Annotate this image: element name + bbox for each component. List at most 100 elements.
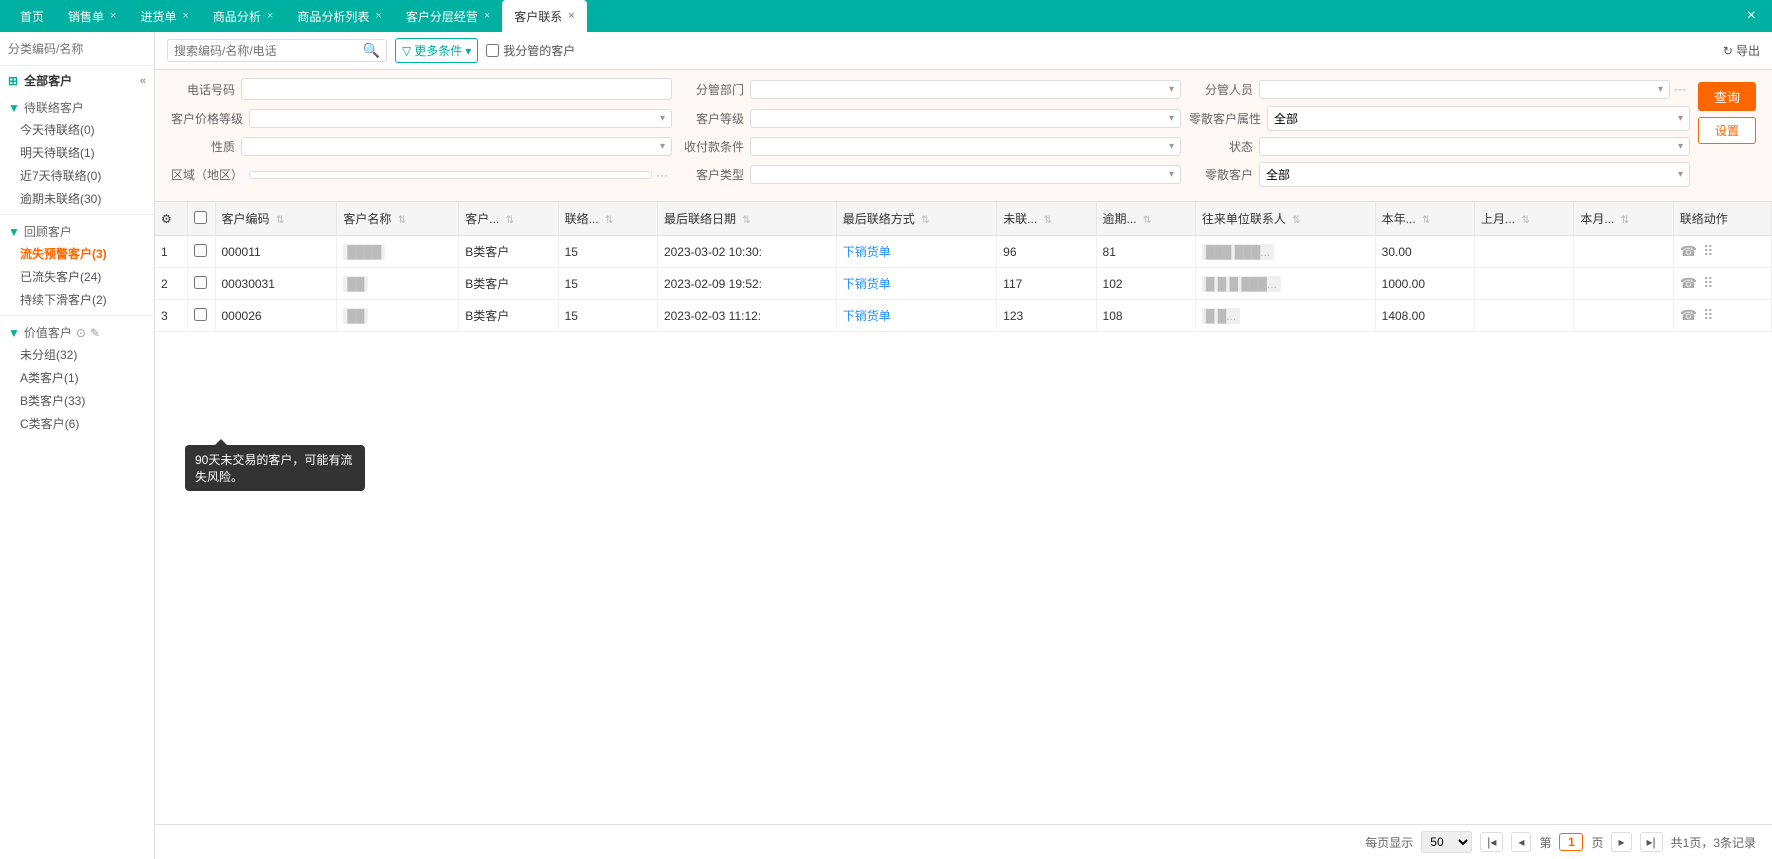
sidebar-group-review[interactable]: ▼ 回顾客户 [0, 219, 154, 242]
payment-select[interactable]: ▾ [750, 137, 1181, 156]
th-overdue[interactable]: 逾期... ⇅ [1096, 202, 1195, 236]
cell-last-contact-method[interactable]: 下销货单 [836, 300, 996, 332]
sidebar-item-tomorrow[interactable]: 明天待联络(1) [0, 141, 154, 164]
sidebar-item-overdue[interactable]: 逾期未联络(30) [0, 187, 154, 210]
status-select[interactable]: ▾ [1259, 137, 1690, 156]
row-checkbox[interactable] [194, 308, 207, 321]
next-page-button[interactable]: ▸ [1611, 832, 1631, 852]
th-settings[interactable]: ⚙ [155, 202, 187, 236]
th-last-contact-date[interactable]: 最后联络日期 ⇅ [657, 202, 836, 236]
all-customers-header[interactable]: ⊞ 全部客户 « [0, 66, 154, 95]
add-group-icon[interactable]: ⊙ [76, 326, 86, 340]
th-this-month[interactable]: 本月... ⇅ [1574, 202, 1673, 236]
th-last-month[interactable]: 上月... ⇅ [1475, 202, 1574, 236]
contact-icon[interactable]: ☎ [1680, 275, 1697, 291]
sidebar-item-7days[interactable]: 近7天待联络(0) [0, 164, 154, 187]
sidebar-item-class-b[interactable]: B类客户(33) [0, 389, 154, 412]
contact-icon[interactable]: ☎ [1680, 243, 1697, 259]
nav-tab-analysis-list[interactable]: 商品分析列表 × [285, 0, 393, 32]
sidebar-item-ungrouped[interactable]: 未分组(32) [0, 343, 154, 366]
sidebar-item-class-a[interactable]: A类客户(1) [0, 366, 154, 389]
prev-page-button[interactable]: ◂ [1511, 832, 1531, 852]
phone-label: 电话号码 [171, 81, 241, 98]
sidebar-item-declining[interactable]: 持续下滑客户(2) [0, 288, 154, 311]
more-action-icon[interactable]: ⠿ [1703, 243, 1713, 259]
customer-type-select[interactable]: ▾ [750, 165, 1181, 184]
cell-last-contact-method[interactable]: 下销货单 [836, 268, 996, 300]
cell-last-month [1475, 268, 1574, 300]
sidebar-group-pending[interactable]: ▼ 待联络客户 [0, 95, 154, 118]
th-code[interactable]: 客户编码 ⇅ [215, 202, 337, 236]
price-level-select[interactable]: ▾ [249, 109, 672, 128]
nav-tab-customer-tier[interactable]: 客户分层经营 × [394, 0, 502, 32]
cell-last-contact-date: 2023-03-02 10:30: [657, 236, 836, 268]
page-suffix-label: 页 [1591, 834, 1603, 851]
sidebar-item-churned[interactable]: 已流失客户(24) [0, 265, 154, 288]
sidebar-item-today[interactable]: 今天待联络(0) [0, 118, 154, 141]
my-customers-checkbox[interactable] [486, 44, 499, 57]
region-select[interactable] [249, 171, 652, 179]
th-uncontacted[interactable]: 未联... ⇅ [997, 202, 1096, 236]
dept-select[interactable]: ▾ [750, 80, 1181, 99]
cell-last-month [1475, 236, 1574, 268]
region-dots[interactable]: ··· [652, 168, 672, 182]
last-page-button[interactable]: ▸| [1640, 832, 1663, 852]
th-contact-person[interactable]: 往来单位联系人 ⇅ [1195, 202, 1375, 236]
filter-search-input[interactable] [174, 44, 363, 58]
contact-icon[interactable]: ☎ [1680, 307, 1697, 323]
close-all-button[interactable]: × [1739, 7, 1764, 25]
th-last-contact-method[interactable]: 最后联络方式 ⇅ [836, 202, 996, 236]
sidebar-item-class-c[interactable]: C类客户(6) [0, 412, 154, 435]
sidebar-search-box[interactable]: 🔍 [0, 32, 154, 66]
close-customer-contact-icon[interactable]: × [568, 10, 574, 22]
filter-panel: 电话号码 分管部门 ▾ 分管人员 [155, 70, 1772, 202]
sidebar-item-churn-warning[interactable]: 流失预警客户(3) [0, 242, 154, 265]
cell-uncontacted: 117 [997, 268, 1096, 300]
cell-last-contact-method[interactable]: 下销货单 [836, 236, 996, 268]
sidebar-group-value[interactable]: ▼ 价值客户 ⊙ ✎ [0, 320, 154, 343]
th-type[interactable]: 客户... ⇅ [459, 202, 558, 236]
nav-tab-purchase[interactable]: 进货单 × [128, 0, 200, 32]
sort-this-year-icon: ⇅ [1422, 215, 1430, 226]
select-all-checkbox[interactable] [194, 211, 207, 224]
my-customers-checkbox-label[interactable]: 我分管的客户 [486, 42, 575, 59]
close-purchase-icon[interactable]: × [182, 10, 188, 22]
more-action-icon[interactable]: ⠿ [1703, 275, 1713, 291]
scattered-select[interactable]: 全部 ▾ [1259, 162, 1690, 187]
phone-input[interactable] [241, 78, 672, 100]
th-contact[interactable]: 联络... ⇅ [558, 202, 657, 236]
cell-checkbox[interactable] [187, 300, 215, 332]
nature-select[interactable]: ▾ [241, 137, 672, 156]
filter-row-3: 性质 ▾ 收付款条件 ▾ [171, 137, 1690, 156]
close-customer-tier-icon[interactable]: × [484, 10, 490, 22]
th-name[interactable]: 客户名称 ⇅ [337, 202, 459, 236]
manager-select[interactable]: ▾ [1259, 80, 1670, 99]
customer-level-select[interactable]: ▾ [750, 109, 1181, 128]
export-button[interactable]: ↻ 导出 [1723, 42, 1760, 59]
th-this-year[interactable]: 本年... ⇅ [1375, 202, 1474, 236]
cell-checkbox[interactable] [187, 268, 215, 300]
query-button[interactable]: 查询 [1698, 82, 1756, 111]
close-analysis-icon[interactable]: × [267, 10, 273, 22]
cell-checkbox[interactable] [187, 236, 215, 268]
nav-tab-home[interactable]: 首页 [8, 0, 56, 32]
cell-name: ██ [337, 300, 459, 332]
more-action-icon[interactable]: ⠿ [1703, 307, 1713, 323]
edit-group-icon[interactable]: ✎ [90, 326, 100, 340]
first-page-button[interactable]: |◂ [1480, 832, 1503, 852]
row-checkbox[interactable] [194, 276, 207, 289]
manager-dots[interactable]: ··· [1670, 82, 1690, 96]
close-sales-icon[interactable]: × [110, 10, 116, 22]
settings-button[interactable]: 设置 [1698, 117, 1756, 144]
per-page-select[interactable]: 50 100 200 [1421, 831, 1472, 853]
sidebar-search-input[interactable] [8, 42, 155, 56]
nav-tab-sales[interactable]: 销售单 × [56, 0, 128, 32]
nav-tab-analysis[interactable]: 商品分析 × [201, 0, 285, 32]
filter-search-button[interactable]: 🔍 [363, 42, 380, 59]
close-analysis-list-icon[interactable]: × [375, 10, 381, 22]
nav-tab-customer-contact[interactable]: 客户联系 × [502, 0, 586, 32]
row-checkbox[interactable] [194, 244, 207, 257]
scattered-attr-select[interactable]: 全部 ▾ [1267, 106, 1690, 131]
more-conditions-button[interactable]: ▽ 更多条件 ▾ [395, 38, 478, 63]
filter-search-box[interactable]: 🔍 [167, 39, 387, 62]
